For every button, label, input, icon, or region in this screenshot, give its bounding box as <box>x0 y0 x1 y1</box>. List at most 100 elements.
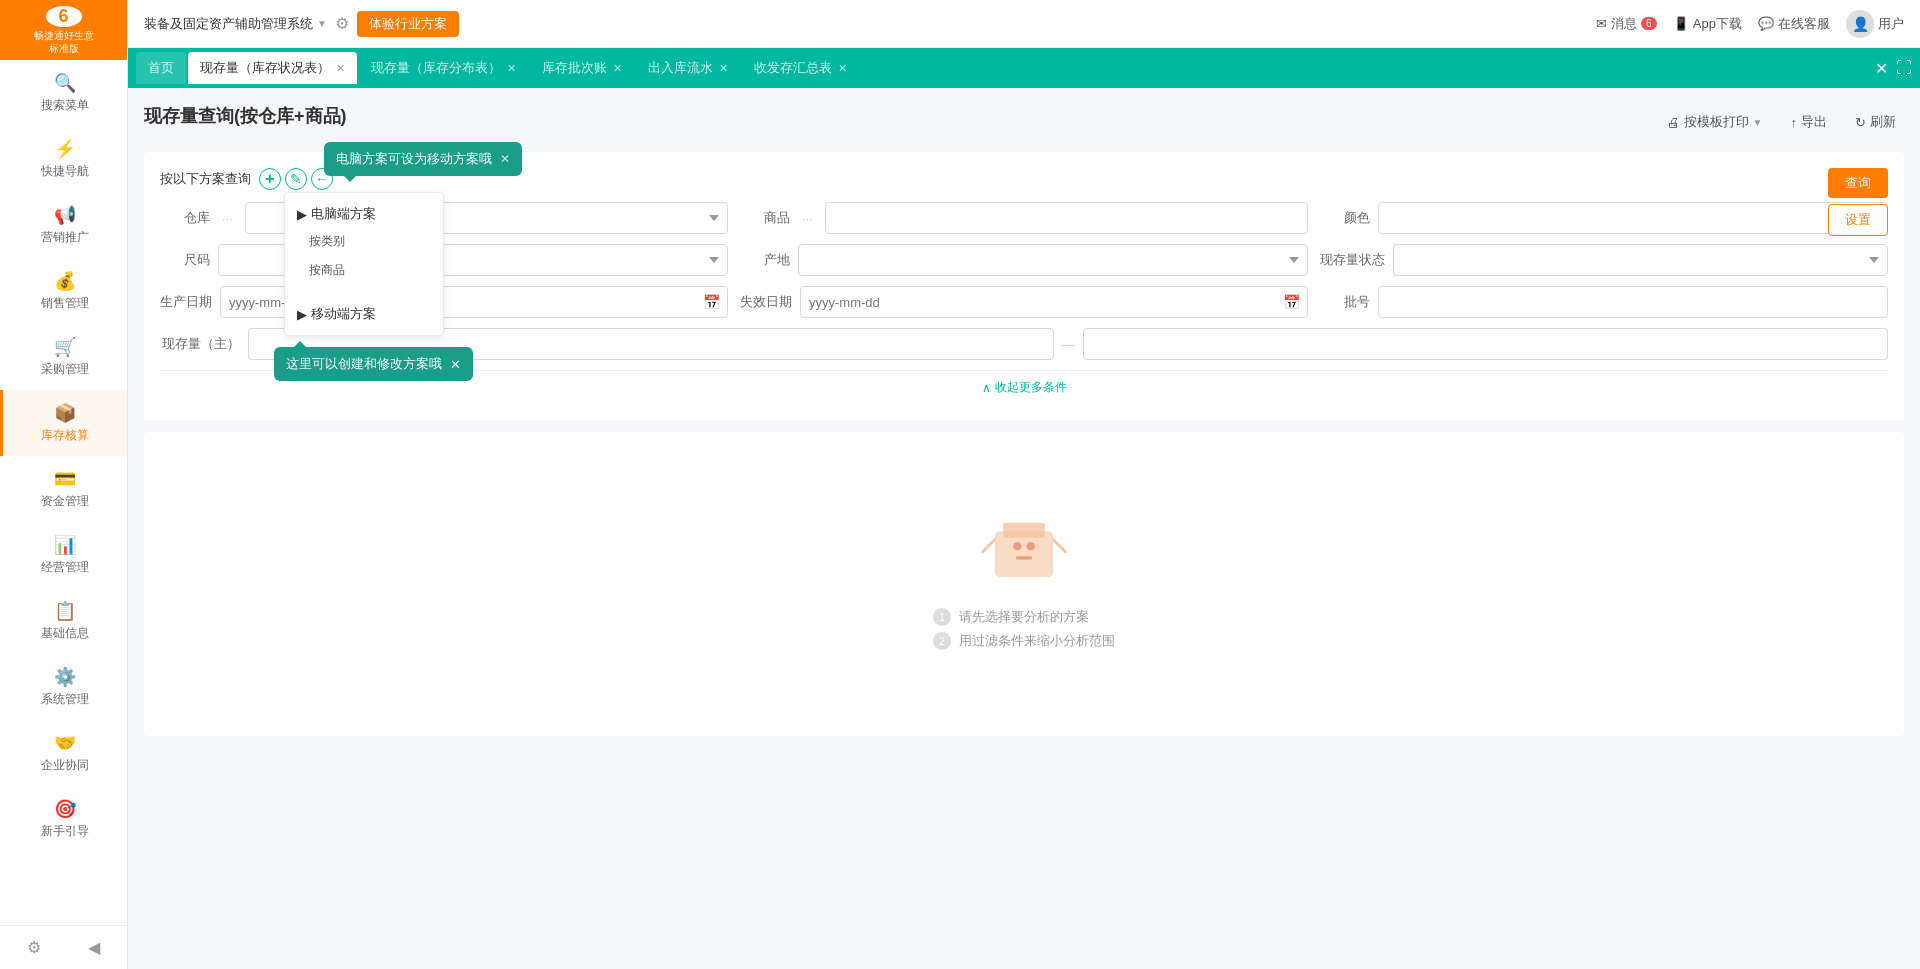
dropdown-icon: ▼ <box>317 18 327 29</box>
sidebar-label-operations: 经营管理 <box>41 559 89 576</box>
filter-inv-status: 现存量状态 <box>1320 244 1888 276</box>
user-label: 用户 <box>1878 15 1904 33</box>
sidebar-collapse-btn[interactable]: ◀ <box>88 938 100 957</box>
sidebar-item-enterprise[interactable]: 🤝 企业协同 <box>0 720 127 786</box>
scheme-group-mobile-title[interactable]: ▶ 移动端方案 <box>285 301 443 327</box>
product-dots[interactable]: ··· <box>798 211 817 226</box>
phone-icon: 📱 <box>1673 16 1689 31</box>
warehouse-dots[interactable]: ··· <box>218 211 237 226</box>
sales-icon: 💰 <box>54 270 76 292</box>
sidebar-label-search: 搜索菜单 <box>41 97 89 114</box>
online-service-action[interactable]: 💬 在线客服 <box>1758 15 1830 33</box>
sidebar-item-operations[interactable]: 📊 经营管理 <box>0 522 127 588</box>
settings-icon[interactable]: ⚙ <box>335 14 349 33</box>
scheme-group-desktop-label: 电脑端方案 <box>311 205 376 223</box>
batch-input[interactable] <box>1378 286 1888 318</box>
export-btn[interactable]: ↑ 导出 <box>1783 109 1836 135</box>
trial-button[interactable]: 体验行业方案 <box>357 11 459 37</box>
reset-button[interactable]: 设置 <box>1828 204 1888 236</box>
edit-scheme-btn[interactable]: ✎ <box>285 168 307 190</box>
sidebar-item-search[interactable]: 🔍 搜索菜单 <box>0 60 127 126</box>
newguide-icon: 🎯 <box>54 798 76 820</box>
chevron-mobile-icon: ▶ <box>297 307 307 322</box>
online-service-label: 在线客服 <box>1778 15 1830 33</box>
sidebar-item-marketing[interactable]: 📢 营销推广 <box>0 192 127 258</box>
sidebar-item-finance[interactable]: 💳 资金管理 <box>0 456 127 522</box>
scheme-tooltip-close[interactable]: ✕ <box>500 152 510 166</box>
tab-collect-summary[interactable]: 收发存汇总表 ✕ <box>742 52 859 84</box>
message-icon: ✉ <box>1596 16 1607 31</box>
svg-rect-4 <box>1016 556 1033 559</box>
scheme-group-desktop-title[interactable]: ▶ 电脑端方案 <box>285 201 443 227</box>
tab-inventory-dist-close[interactable]: ✕ <box>507 62 516 75</box>
message-label: 消息 <box>1611 15 1637 33</box>
color-select[interactable] <box>1378 202 1888 234</box>
sidebar-item-newguide[interactable]: 🎯 新手引导 <box>0 786 127 852</box>
product-input[interactable] <box>825 202 1308 234</box>
page-toolbar: 🖨 按模板打印 ▼ ↑ 导出 ↻ 刷新 <box>1659 109 1904 135</box>
scheme-tooltip: 电脑方案可设为移动方案哦 ✕ <box>324 142 522 176</box>
sidebar-label-purchase: 采购管理 <box>41 361 89 378</box>
main-content: 装备及固定资产辅助管理系统 ▼ ⚙ 体验行业方案 ✉ 消息 6 📱 App下载 … <box>128 0 1920 969</box>
tab-inventory-status-label: 现存量（库存状况表） <box>200 59 330 77</box>
system-name-dropdown[interactable]: 装备及固定资产辅助管理系统 ▼ <box>144 15 327 33</box>
enterprise-icon: 🤝 <box>54 732 76 754</box>
marketing-icon: 📢 <box>54 204 76 226</box>
message-action[interactable]: ✉ 消息 6 <box>1596 15 1657 33</box>
scheme-create-tooltip: 这里可以创建和修改方案哦 ✕ <box>274 347 473 381</box>
app-version: 标准版 <box>49 42 79 55</box>
add-scheme-btn[interactable]: + <box>259 168 281 190</box>
print-btn[interactable]: 🖨 按模板打印 ▼ <box>1659 109 1771 135</box>
prod-date-icon: 📅 <box>703 294 720 310</box>
step2-text: 用过滤条件来缩小分析范围 <box>959 632 1115 650</box>
user-action[interactable]: 👤 用户 <box>1846 10 1904 38</box>
tab-in-out-flow-close[interactable]: ✕ <box>719 62 728 75</box>
app-download-action[interactable]: 📱 App下载 <box>1673 15 1742 33</box>
filter-header-actions: + ✎ ← <box>259 168 333 190</box>
sidebar-settings-btn[interactable]: ⚙ <box>27 938 41 957</box>
filter-panel: 按以下方案查询 + ✎ ← 电脑方案可设为移动方案哦 ✕ ▶ 电脑端方案 <box>144 152 1904 420</box>
filter-expire-date: 失效日期 📅 <box>740 286 1308 318</box>
filter-header: 按以下方案查询 + ✎ ← 电脑方案可设为移动方案哦 ✕ <box>160 168 1888 190</box>
scheme-item-category[interactable]: 按类别 <box>285 227 443 256</box>
tab-bar-actions: ✕ ⛶ <box>1875 59 1912 78</box>
tab-in-out-flow[interactable]: 出入库流水 ✕ <box>636 52 740 84</box>
tab-batch-account-close[interactable]: ✕ <box>613 62 622 75</box>
step1-num: 1 <box>933 608 951 626</box>
system-name: 装备及固定资产辅助管理系统 <box>144 15 313 33</box>
sidebar-item-system[interactable]: ⚙️ 系统管理 <box>0 654 127 720</box>
tab-fullscreen[interactable]: ⛶ <box>1896 59 1912 77</box>
tab-inventory-status-close[interactable]: ✕ <box>336 62 345 75</box>
tab-inventory-dist[interactable]: 现存量（库存分布表） ✕ <box>359 52 528 84</box>
tab-collect-summary-close[interactable]: ✕ <box>838 62 847 75</box>
inv-qty-max[interactable] <box>1083 328 1889 360</box>
sidebar-item-quicknav[interactable]: ⚡ 快捷导航 <box>0 126 127 192</box>
inv-status-select[interactable] <box>1393 244 1888 276</box>
print-label: 按模板打印 <box>1684 113 1749 131</box>
filter-size: 尺码 <box>160 244 728 276</box>
logo-icon: 6 <box>46 6 82 27</box>
scheme-create-close[interactable]: ✕ <box>450 357 461 372</box>
svg-point-2 <box>1013 542 1021 550</box>
origin-label: 产地 <box>740 251 790 269</box>
scheme-panel: ▶ 电脑端方案 按类别 按商品 ▶ 移动端方案 <box>284 192 444 336</box>
sidebar-item-purchase[interactable]: 🛒 采购管理 <box>0 324 127 390</box>
origin-select[interactable] <box>798 244 1308 276</box>
tab-home[interactable]: 首页 <box>136 52 186 84</box>
refresh-btn[interactable]: ↻ 刷新 <box>1847 109 1904 135</box>
collapse-label: 收起更多条件 <box>995 379 1067 396</box>
sidebar-item-basic[interactable]: 📋 基础信息 <box>0 588 127 654</box>
system-icon: ⚙️ <box>54 666 76 688</box>
sidebar: 6 畅捷通好生意 标准版 🔍 搜索菜单 ⚡ 快捷导航 📢 营销推广 💰 销售管理… <box>0 0 128 969</box>
query-button[interactable]: 查询 <box>1828 168 1888 198</box>
tab-inventory-status[interactable]: 现存量（库存状况表） ✕ <box>188 52 357 84</box>
tab-close-all[interactable]: ✕ <box>1875 59 1888 78</box>
tab-batch-account[interactable]: 库存批次账 ✕ <box>530 52 634 84</box>
batch-label: 批号 <box>1320 293 1370 311</box>
scheme-item-product[interactable]: 按商品 <box>285 256 443 285</box>
chevron-icon: ▶ <box>297 207 307 222</box>
sidebar-item-inventory[interactable]: 📦 库存核算 <box>0 390 127 456</box>
sidebar-item-sales[interactable]: 💰 销售管理 <box>0 258 127 324</box>
expire-date-input[interactable] <box>800 286 1308 318</box>
step2-num: 2 <box>933 632 951 650</box>
